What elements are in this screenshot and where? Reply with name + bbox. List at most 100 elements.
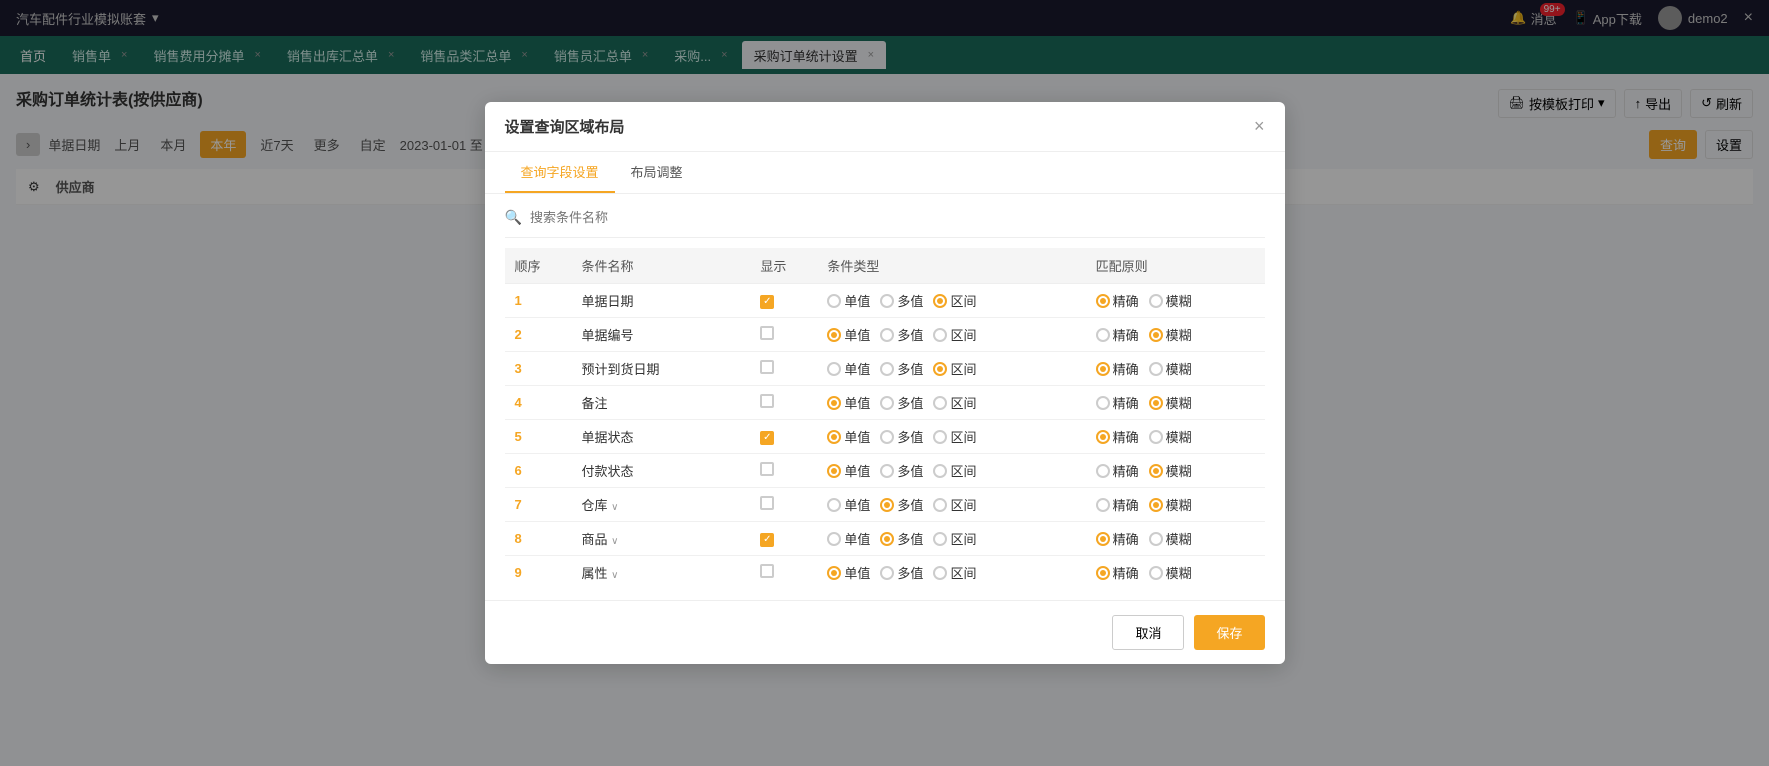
type-radio-区间[interactable]: 区间: [933, 461, 976, 480]
radio-circle: [1096, 498, 1110, 512]
display-checkbox[interactable]: [760, 564, 774, 578]
principle-radio-模糊[interactable]: 模糊: [1149, 495, 1192, 514]
type-radio-多值[interactable]: 多值: [880, 291, 923, 310]
radio-circle: [933, 532, 947, 546]
radio-label: 单值: [844, 495, 870, 514]
dropdown-chevron-icon: ∨: [611, 570, 618, 581]
type-radio-单值[interactable]: 单值: [827, 325, 870, 344]
save-button[interactable]: 保存: [1194, 615, 1264, 650]
radio-label: 多值: [897, 325, 923, 344]
radio-label: 区间: [950, 359, 976, 378]
type-radio-区间[interactable]: 区间: [933, 291, 976, 310]
type-radio-多值[interactable]: 多值: [880, 529, 923, 548]
principle-radio-精确[interactable]: 精确: [1096, 529, 1139, 548]
type-radio-多值[interactable]: 多值: [880, 393, 923, 412]
principle-radio-精确[interactable]: 精确: [1096, 427, 1139, 446]
type-radio-group: 单值 多值 区间: [827, 291, 1075, 310]
condition-search-input[interactable]: [522, 206, 722, 229]
condition-name: 商品 ∨: [582, 532, 619, 547]
display-checkbox[interactable]: [760, 326, 774, 340]
type-radio-区间[interactable]: 区间: [933, 427, 976, 446]
conditions-table-scroll[interactable]: 顺序 条件名称 显示 条件类型 匹配原则 1单据日期✓ 单值 多值: [505, 248, 1265, 588]
principle-radio-模糊[interactable]: 模糊: [1149, 359, 1192, 378]
type-radio-单值[interactable]: 单值: [827, 427, 870, 446]
type-radio-多值[interactable]: 多值: [880, 563, 923, 582]
display-checkbox[interactable]: [760, 360, 774, 374]
radio-circle: [1149, 396, 1163, 410]
type-radio-区间[interactable]: 区间: [933, 563, 976, 582]
type-radio-区间[interactable]: 区间: [933, 393, 976, 412]
radio-circle: [1149, 430, 1163, 444]
radio-circle: [827, 498, 841, 512]
principle-radio-模糊[interactable]: 模糊: [1149, 529, 1192, 548]
principle-radio-group: 精确 模糊: [1096, 495, 1255, 514]
radio-label: 精确: [1113, 393, 1139, 412]
principle-radio-精确[interactable]: 精确: [1096, 393, 1139, 412]
type-radio-区间[interactable]: 区间: [933, 359, 976, 378]
type-radio-单值[interactable]: 单值: [827, 359, 870, 378]
type-radio-单值[interactable]: 单值: [827, 563, 870, 582]
radio-circle: [933, 396, 947, 410]
cancel-button[interactable]: 取消: [1112, 615, 1184, 650]
radio-circle: [1149, 498, 1163, 512]
principle-radio-模糊[interactable]: 模糊: [1149, 325, 1192, 344]
condition-name: 属性 ∨: [582, 566, 619, 581]
type-radio-多值[interactable]: 多值: [880, 325, 923, 344]
principle-radio-group: 精确 模糊: [1096, 359, 1255, 378]
type-radio-多值[interactable]: 多值: [880, 495, 923, 514]
condition-name: 预计到货日期: [582, 362, 660, 377]
radio-circle: [933, 294, 947, 308]
radio-circle: [1149, 362, 1163, 376]
principle-radio-精确[interactable]: 精确: [1096, 495, 1139, 514]
radio-circle: [880, 328, 894, 342]
principle-radio-模糊[interactable]: 模糊: [1149, 563, 1192, 582]
dropdown-chevron-icon: ∨: [611, 536, 618, 547]
type-radio-单值[interactable]: 单值: [827, 461, 870, 480]
type-radio-区间[interactable]: 区间: [933, 529, 976, 548]
modal-body: 🔍 顺序 条件名称 显示 条件类型 匹配原则 1单据日期: [485, 194, 1285, 600]
radio-label: 多值: [897, 291, 923, 310]
display-checkbox[interactable]: [760, 394, 774, 408]
principle-radio-精确[interactable]: 精确: [1096, 325, 1139, 344]
type-radio-单值[interactable]: 单值: [827, 495, 870, 514]
type-radio-单值[interactable]: 单值: [827, 529, 870, 548]
principle-radio-模糊[interactable]: 模糊: [1149, 461, 1192, 480]
display-checkbox[interactable]: ✓: [760, 295, 774, 309]
modal-close-button[interactable]: ×: [1254, 116, 1265, 137]
row-order: 6: [515, 463, 522, 478]
principle-radio-精确[interactable]: 精确: [1096, 563, 1139, 582]
type-radio-多值[interactable]: 多值: [880, 461, 923, 480]
type-radio-区间[interactable]: 区间: [933, 325, 976, 344]
principle-radio-模糊[interactable]: 模糊: [1149, 427, 1192, 446]
type-radio-单值[interactable]: 单值: [827, 291, 870, 310]
principle-radio-精确[interactable]: 精确: [1096, 359, 1139, 378]
display-checkbox[interactable]: [760, 496, 774, 510]
principle-radio-精确[interactable]: 精确: [1096, 461, 1139, 480]
radio-label: 模糊: [1166, 359, 1192, 378]
type-radio-区间[interactable]: 区间: [933, 495, 976, 514]
radio-circle: [1096, 328, 1110, 342]
radio-circle: [1096, 396, 1110, 410]
display-checkbox[interactable]: [760, 462, 774, 476]
principle-radio-group: 精确 模糊: [1096, 325, 1255, 344]
display-checkbox[interactable]: ✓: [760, 431, 774, 445]
display-checkbox[interactable]: ✓: [760, 533, 774, 547]
radio-circle: [933, 362, 947, 376]
modal-tab-layout-label: 布局调整: [631, 165, 683, 180]
radio-circle: [933, 464, 947, 478]
th-name: 条件名称: [572, 248, 751, 284]
radio-circle: [880, 498, 894, 512]
type-radio-单值[interactable]: 单值: [827, 393, 870, 412]
modal-tab-layout[interactable]: 布局调整: [615, 152, 699, 193]
condition-name: 付款状态: [582, 464, 634, 479]
type-radio-多值[interactable]: 多值: [880, 427, 923, 446]
radio-label: 模糊: [1166, 495, 1192, 514]
type-radio-多值[interactable]: 多值: [880, 359, 923, 378]
principle-radio-精确[interactable]: 精确: [1096, 291, 1139, 310]
condition-name: 备注: [582, 396, 608, 411]
modal-tab-query-fields[interactable]: 查询字段设置: [505, 152, 615, 193]
principle-radio-模糊[interactable]: 模糊: [1149, 393, 1192, 412]
radio-label: 精确: [1113, 291, 1139, 310]
radio-circle: [1096, 464, 1110, 478]
principle-radio-模糊[interactable]: 模糊: [1149, 291, 1192, 310]
